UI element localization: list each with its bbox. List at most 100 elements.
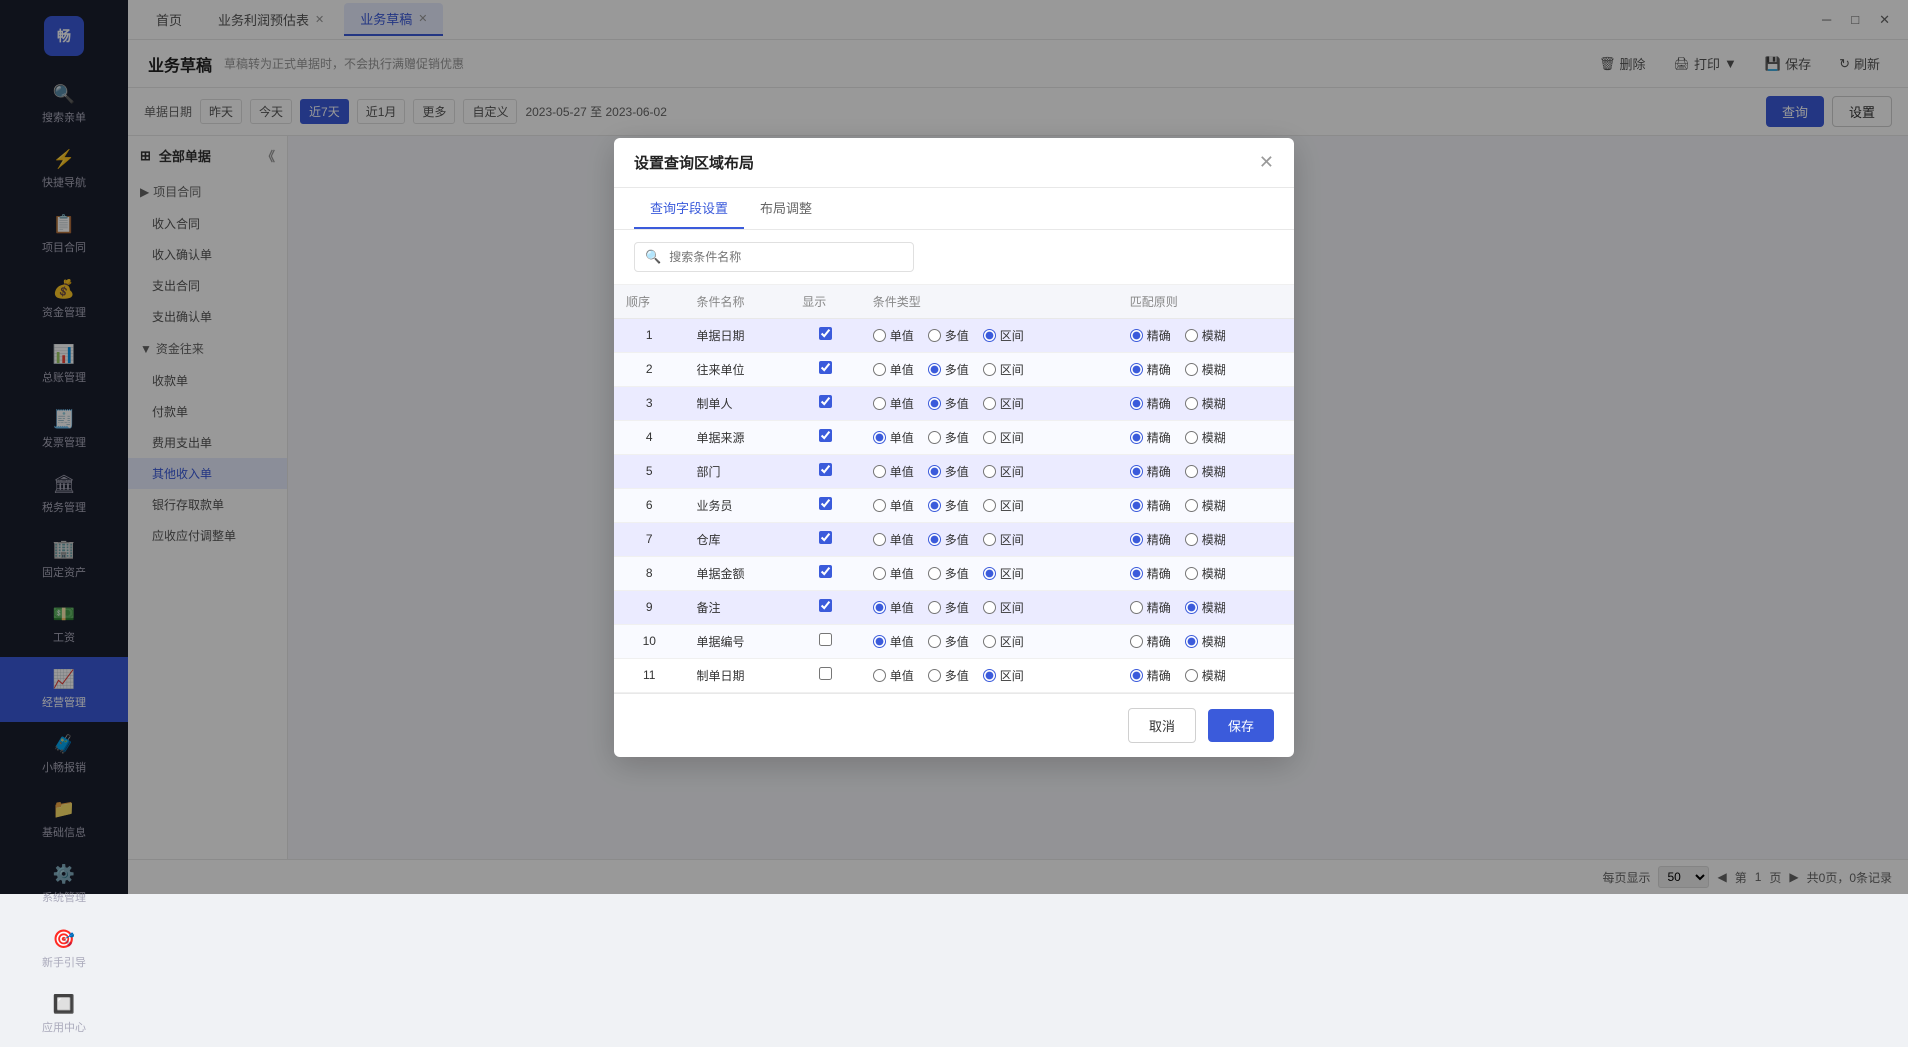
type-radio[interactable] bbox=[983, 363, 996, 376]
type-radio[interactable] bbox=[928, 465, 941, 478]
type-radio[interactable] bbox=[928, 397, 941, 410]
type-radio-item[interactable]: 多值 bbox=[928, 599, 969, 616]
match-radio[interactable] bbox=[1130, 431, 1143, 444]
match-radio-item[interactable]: 模糊 bbox=[1185, 429, 1226, 446]
match-radio[interactable] bbox=[1130, 601, 1143, 614]
type-radio-item[interactable]: 单值 bbox=[873, 531, 914, 548]
search-field-input[interactable] bbox=[669, 250, 903, 264]
type-radio[interactable] bbox=[983, 533, 996, 546]
type-radio[interactable] bbox=[873, 635, 886, 648]
match-radio-item[interactable]: 精确 bbox=[1130, 599, 1171, 616]
match-radio-item[interactable]: 精确 bbox=[1130, 395, 1171, 412]
type-radio[interactable] bbox=[873, 601, 886, 614]
match-radio[interactable] bbox=[1185, 567, 1198, 580]
type-radio[interactable] bbox=[983, 567, 996, 580]
match-radio[interactable] bbox=[1185, 329, 1198, 342]
type-radio-item[interactable]: 多值 bbox=[928, 497, 969, 514]
type-radio-item[interactable]: 多值 bbox=[928, 633, 969, 650]
type-radio-item[interactable]: 单值 bbox=[873, 599, 914, 616]
match-radio-item[interactable]: 精确 bbox=[1130, 463, 1171, 480]
type-radio-item[interactable]: 单值 bbox=[873, 633, 914, 650]
type-radio-item[interactable]: 多值 bbox=[928, 667, 969, 684]
type-radio-item[interactable]: 区间 bbox=[983, 497, 1024, 514]
match-radio[interactable] bbox=[1130, 397, 1143, 410]
match-radio-item[interactable]: 精确 bbox=[1130, 531, 1171, 548]
type-radio[interactable] bbox=[928, 329, 941, 342]
match-radio[interactable] bbox=[1185, 465, 1198, 478]
show-checkbox[interactable] bbox=[819, 599, 832, 612]
type-radio[interactable] bbox=[983, 397, 996, 410]
match-radio[interactable] bbox=[1185, 533, 1198, 546]
match-radio-item[interactable]: 模糊 bbox=[1185, 633, 1226, 650]
type-radio[interactable] bbox=[983, 669, 996, 682]
match-radio-item[interactable]: 精确 bbox=[1130, 633, 1171, 650]
type-radio-item[interactable]: 多值 bbox=[928, 395, 969, 412]
modal-close-btn[interactable]: ✕ bbox=[1259, 152, 1274, 173]
type-radio[interactable] bbox=[928, 601, 941, 614]
type-radio-item[interactable]: 区间 bbox=[983, 599, 1024, 616]
type-radio-item[interactable]: 区间 bbox=[983, 633, 1024, 650]
type-radio[interactable] bbox=[928, 635, 941, 648]
type-radio[interactable] bbox=[928, 669, 941, 682]
match-radio-item[interactable]: 精确 bbox=[1130, 667, 1171, 684]
type-radio[interactable] bbox=[983, 635, 996, 648]
modal-tab-field-settings[interactable]: 查询字段设置 bbox=[634, 188, 744, 229]
match-radio-item[interactable]: 模糊 bbox=[1185, 565, 1226, 582]
show-checkbox[interactable] bbox=[819, 327, 832, 340]
match-radio-item[interactable]: 精确 bbox=[1130, 565, 1171, 582]
modal-tab-layout[interactable]: 布局调整 bbox=[744, 188, 828, 229]
type-radio-item[interactable]: 多值 bbox=[928, 429, 969, 446]
type-radio-item[interactable]: 区间 bbox=[983, 361, 1024, 378]
type-radio[interactable] bbox=[983, 499, 996, 512]
type-radio[interactable] bbox=[873, 363, 886, 376]
match-radio[interactable] bbox=[1130, 465, 1143, 478]
match-radio-item[interactable]: 精确 bbox=[1130, 429, 1171, 446]
match-radio-item[interactable]: 模糊 bbox=[1185, 667, 1226, 684]
type-radio[interactable] bbox=[928, 567, 941, 580]
match-radio-item[interactable]: 精确 bbox=[1130, 327, 1171, 344]
match-radio-item[interactable]: 模糊 bbox=[1185, 463, 1226, 480]
match-radio-item[interactable]: 模糊 bbox=[1185, 599, 1226, 616]
type-radio-item[interactable]: 单值 bbox=[873, 429, 914, 446]
type-radio[interactable] bbox=[873, 329, 886, 342]
type-radio-item[interactable]: 单值 bbox=[873, 395, 914, 412]
match-radio[interactable] bbox=[1130, 499, 1143, 512]
match-radio-item[interactable]: 模糊 bbox=[1185, 497, 1226, 514]
type-radio[interactable] bbox=[873, 567, 886, 580]
match-radio[interactable] bbox=[1130, 567, 1143, 580]
show-checkbox[interactable] bbox=[819, 463, 832, 476]
type-radio-item[interactable]: 单值 bbox=[873, 497, 914, 514]
type-radio-item[interactable]: 单值 bbox=[873, 667, 914, 684]
show-checkbox[interactable] bbox=[819, 531, 832, 544]
match-radio-item[interactable]: 模糊 bbox=[1185, 531, 1226, 548]
type-radio-item[interactable]: 区间 bbox=[983, 667, 1024, 684]
type-radio[interactable] bbox=[983, 465, 996, 478]
type-radio[interactable] bbox=[873, 431, 886, 444]
type-radio[interactable] bbox=[928, 431, 941, 444]
type-radio[interactable] bbox=[983, 601, 996, 614]
match-radio[interactable] bbox=[1185, 363, 1198, 376]
match-radio-item[interactable]: 模糊 bbox=[1185, 395, 1226, 412]
match-radio[interactable] bbox=[1185, 397, 1198, 410]
match-radio[interactable] bbox=[1185, 669, 1198, 682]
type-radio[interactable] bbox=[873, 397, 886, 410]
match-radio-item[interactable]: 模糊 bbox=[1185, 361, 1226, 378]
type-radio-item[interactable]: 单值 bbox=[873, 327, 914, 344]
match-radio[interactable] bbox=[1185, 635, 1198, 648]
type-radio-item[interactable]: 区间 bbox=[983, 429, 1024, 446]
match-radio-item[interactable]: 精确 bbox=[1130, 361, 1171, 378]
type-radio-item[interactable]: 单值 bbox=[873, 361, 914, 378]
match-radio[interactable] bbox=[1185, 431, 1198, 444]
type-radio-item[interactable]: 区间 bbox=[983, 463, 1024, 480]
type-radio-item[interactable]: 多值 bbox=[928, 327, 969, 344]
type-radio-item[interactable]: 区间 bbox=[983, 327, 1024, 344]
type-radio[interactable] bbox=[983, 329, 996, 342]
type-radio[interactable] bbox=[873, 465, 886, 478]
sidebar-item-guide[interactable]: 🎯 新手引导 bbox=[0, 917, 128, 982]
type-radio-item[interactable]: 区间 bbox=[983, 395, 1024, 412]
show-checkbox[interactable] bbox=[819, 633, 832, 646]
match-radio-item[interactable]: 精确 bbox=[1130, 497, 1171, 514]
match-radio[interactable] bbox=[1130, 635, 1143, 648]
type-radio[interactable] bbox=[873, 533, 886, 546]
type-radio[interactable] bbox=[873, 499, 886, 512]
